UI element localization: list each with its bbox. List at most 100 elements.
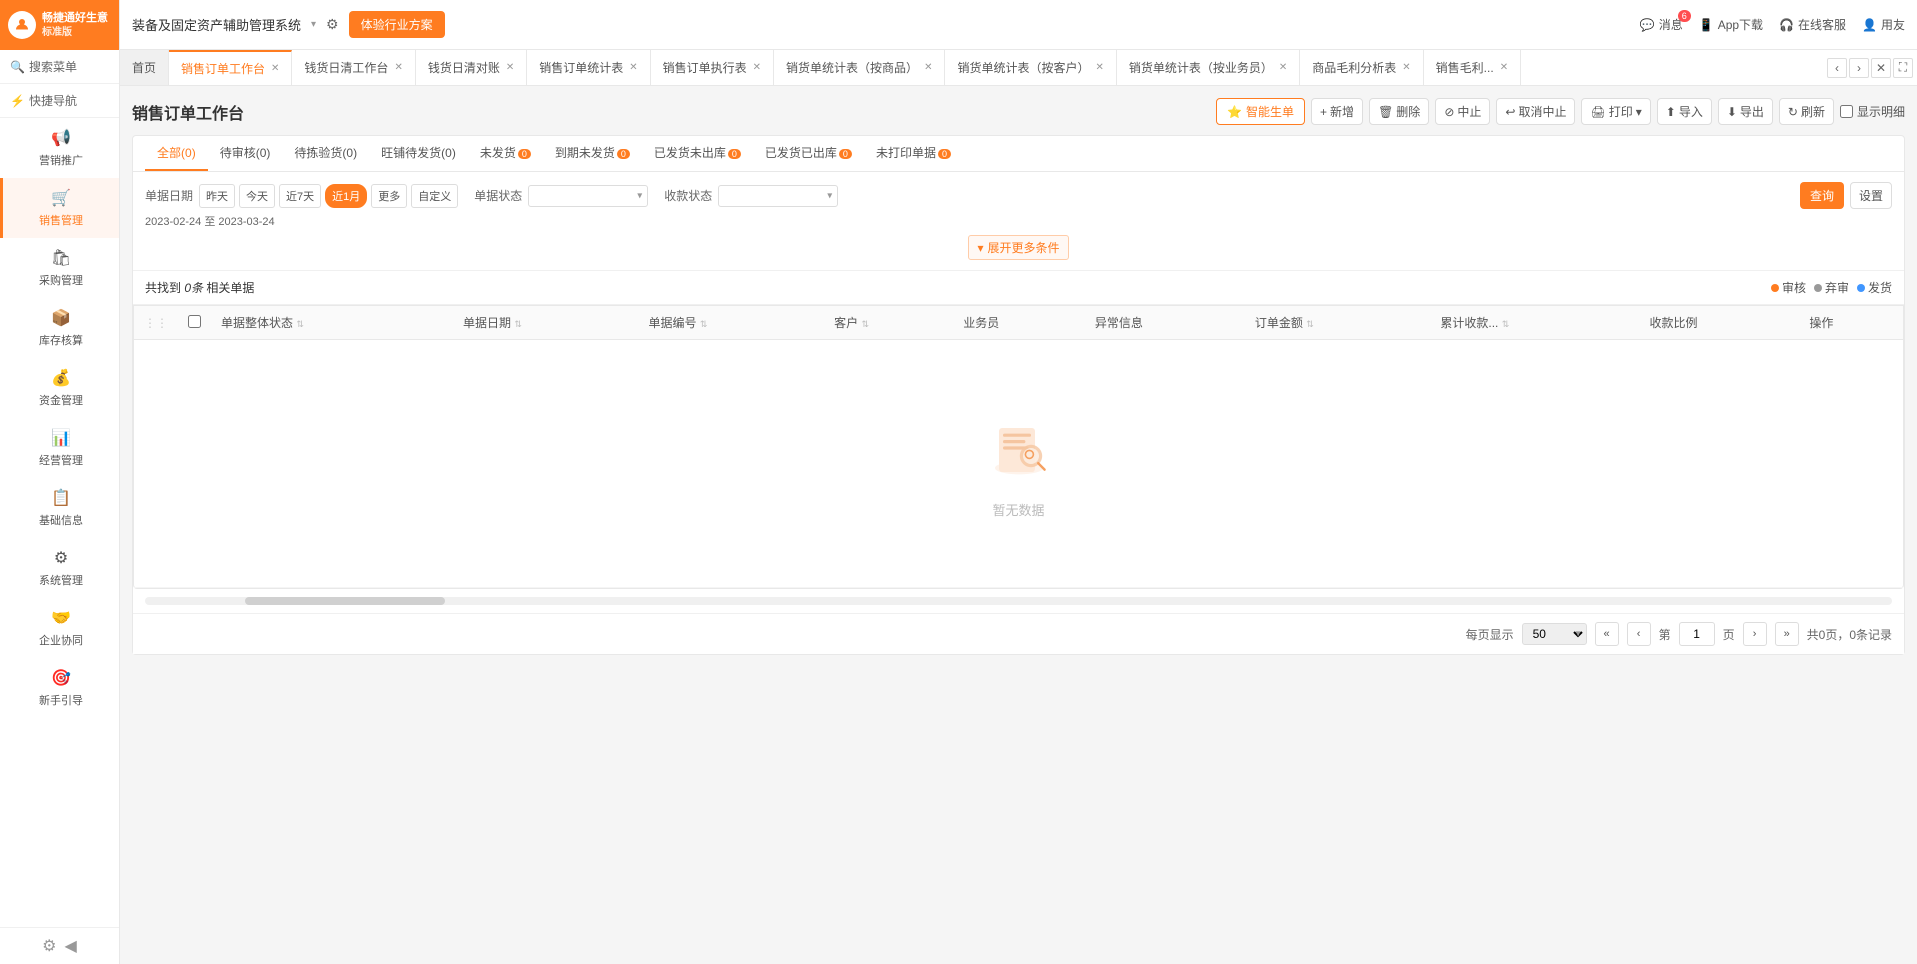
import-button[interactable]: ⬆ 导入	[1657, 98, 1712, 125]
header-settings-icon[interactable]: ⚙	[326, 16, 339, 33]
print-dropdown-icon[interactable]: ▾	[1636, 105, 1642, 119]
experience-button[interactable]: 体验行业方案	[349, 11, 445, 38]
tab-close-sales-stat[interactable]: ✕	[629, 62, 637, 73]
filter-payment-select[interactable]	[718, 185, 838, 207]
tab-close-sales-more[interactable]: ✕	[1500, 62, 1508, 73]
tab-close-profit-analysis[interactable]: ✕	[1402, 62, 1410, 73]
tab-cash-reconcile[interactable]: 钱货日清对账 ✕	[416, 50, 527, 86]
sub-tab-wangpu-ship[interactable]: 旺铺待发货(0)	[369, 136, 468, 171]
th-checkbox[interactable]	[178, 306, 211, 340]
filter-payment-select-wrapper[interactable]	[718, 185, 838, 207]
sort-date-icon[interactable]: ⇅	[514, 319, 522, 329]
system-dropdown-icon[interactable]: ▾	[311, 19, 316, 30]
tab-scroll-right-btn[interactable]: ›	[1849, 58, 1869, 78]
filter-date-1month[interactable]: 近1月	[325, 184, 367, 208]
export-button[interactable]: ⬇ 导出	[1718, 98, 1773, 125]
filter-status-select[interactable]	[528, 185, 648, 207]
scroll-thumb[interactable]	[245, 597, 445, 605]
sidebar-item-finance[interactable]: 💰 资金管理	[0, 358, 119, 418]
tab-close-sales-workbench[interactable]: ✕	[271, 63, 279, 74]
filter-status-select-wrapper[interactable]	[528, 185, 648, 207]
sort-status-icon[interactable]: ⇅	[296, 319, 304, 329]
stop-button[interactable]: ⊘ 中止	[1435, 98, 1490, 125]
tab-sales-summary-staff[interactable]: 销货单统计表（按业务员） ✕	[1117, 50, 1300, 86]
app-download-item[interactable]: 📱 App下载	[1699, 16, 1763, 33]
sub-tab-not-printed[interactable]: 未打印单据0	[864, 136, 963, 171]
filter-date-custom[interactable]: 自定义	[411, 184, 458, 208]
sub-tab-pending-review[interactable]: 待审核(0)	[208, 136, 283, 171]
tab-sales-stat[interactable]: 销售订单统计表 ✕	[527, 50, 650, 86]
message-item[interactable]: 💬 消息 6	[1640, 16, 1683, 33]
page-number-input[interactable]	[1679, 622, 1715, 646]
prev-page-button[interactable]: ‹	[1627, 622, 1651, 646]
delete-button[interactable]: 🗑 删除	[1369, 98, 1429, 125]
sub-tab-all[interactable]: 全部(0)	[145, 136, 208, 171]
quick-ship-btn[interactable]: 发货	[1857, 279, 1892, 296]
tab-sales-summary-product[interactable]: 销货单统计表（按商品） ✕	[774, 50, 945, 86]
sort-collected-icon[interactable]: ⇅	[1502, 319, 1510, 329]
print-button[interactable]: 🖨 打印 ▾	[1581, 98, 1650, 125]
sub-tab-shipped-not-out[interactable]: 已发货未出库0	[642, 136, 753, 171]
tab-home[interactable]: 首页	[120, 50, 169, 86]
sidebar-item-sales[interactable]: 🛒 销售管理	[0, 178, 119, 238]
per-page-select-wrapper[interactable]: 50 100 200	[1522, 623, 1587, 645]
tab-scroll-left-btn[interactable]: ‹	[1827, 58, 1847, 78]
filter-date-yesterday[interactable]: 昨天	[199, 184, 235, 208]
sub-tab-shipped-out[interactable]: 已发货已出库0	[753, 136, 864, 171]
filter-date-more[interactable]: 更多	[371, 184, 407, 208]
settings-bottom-icon[interactable]: ⚙	[42, 936, 56, 956]
user-item[interactable]: 👤 用友	[1862, 16, 1905, 33]
sidebar-item-system[interactable]: ⚙ 系统管理	[0, 538, 119, 598]
tab-close-sales-summary-staff[interactable]: ✕	[1279, 62, 1287, 73]
tab-sales-exec[interactable]: 销售订单执行表 ✕	[651, 50, 774, 86]
sidebar-item-inventory[interactable]: 📦 库存核算	[0, 298, 119, 358]
sort-amount-icon[interactable]: ⇅	[1306, 319, 1314, 329]
filter-settings-button[interactable]: 设置	[1850, 182, 1892, 209]
cancel-stop-button[interactable]: ↩ 取消中止	[1496, 98, 1575, 125]
sub-tab-expired-not-shipped[interactable]: 到期未发货0	[543, 136, 642, 171]
sort-number-icon[interactable]: ⇅	[700, 319, 708, 329]
tab-cash-daily[interactable]: 钱货日清工作台 ✕	[292, 50, 415, 86]
quick-review-btn[interactable]: 审核	[1771, 279, 1806, 296]
sidebar-item-basic[interactable]: 📋 基础信息	[0, 478, 119, 538]
last-page-button[interactable]: »	[1775, 622, 1799, 646]
show-detail-label[interactable]: 显示明细	[1840, 103, 1905, 120]
tab-sales-summary-customer[interactable]: 销货单统计表（按客户） ✕	[945, 50, 1116, 86]
sidebar-item-operations[interactable]: 📊 经营管理	[0, 418, 119, 478]
collapse-sidebar-icon[interactable]: ◀	[65, 936, 77, 956]
tab-close-cash-daily[interactable]: ✕	[394, 62, 402, 73]
sidebar-item-enterprise[interactable]: 🤝 企业协同	[0, 598, 119, 658]
refresh-button[interactable]: ↻ 刷新	[1779, 98, 1834, 125]
sub-tab-pending-inspect[interactable]: 待拣验货(0)	[282, 136, 369, 171]
tab-close-all-btn[interactable]: ✕	[1871, 58, 1891, 78]
tab-fullscreen-btn[interactable]: ⛶	[1893, 58, 1913, 78]
sort-customer-icon[interactable]: ⇅	[861, 319, 869, 329]
tab-profit-analysis[interactable]: 商品毛利分析表 ✕	[1300, 50, 1423, 86]
horizontal-scrollbar[interactable]	[133, 589, 1904, 613]
quick-abandon-btn[interactable]: 弃审	[1814, 279, 1849, 296]
tab-close-sales-summary-product[interactable]: ✕	[924, 62, 932, 73]
tab-sales-workbench[interactable]: 销售订单工作台 ✕	[169, 50, 292, 86]
filter-date-7days[interactable]: 近7天	[279, 184, 321, 208]
tab-close-sales-summary-customer[interactable]: ✕	[1095, 62, 1103, 73]
sidebar-search-item[interactable]: 🔍 搜索菜单	[0, 50, 119, 84]
show-detail-checkbox[interactable]	[1840, 105, 1853, 118]
smart-generate-button[interactable]: ⭐ 智能生单	[1216, 98, 1305, 125]
expand-filter-button[interactable]: ▾ 展开更多条件	[968, 235, 1068, 260]
online-service-item[interactable]: 🎧 在线客服	[1779, 16, 1846, 33]
sidebar-item-marketing[interactable]: 📢 营销推广	[0, 118, 119, 178]
query-button[interactable]: 查询	[1800, 182, 1844, 209]
per-page-select[interactable]: 50 100 200	[1522, 623, 1587, 645]
next-page-button[interactable]: ›	[1743, 622, 1767, 646]
tab-sales-more[interactable]: 销售毛利... ✕	[1424, 50, 1521, 86]
tab-close-cash-reconcile[interactable]: ✕	[506, 62, 514, 73]
select-all-checkbox[interactable]	[188, 315, 201, 328]
new-button[interactable]: + 新增	[1311, 98, 1363, 125]
first-page-button[interactable]: «	[1595, 622, 1619, 646]
filter-date-today[interactable]: 今天	[239, 184, 275, 208]
sidebar-quick-nav[interactable]: ⚡ 快捷导航	[0, 84, 119, 118]
tab-close-sales-exec[interactable]: ✕	[753, 62, 761, 73]
sidebar-item-purchase[interactable]: 🛍 采购管理	[0, 238, 119, 298]
sidebar-item-guide[interactable]: 🎯 新手引导	[0, 658, 119, 718]
sub-tab-not-shipped[interactable]: 未发货0	[468, 136, 543, 171]
